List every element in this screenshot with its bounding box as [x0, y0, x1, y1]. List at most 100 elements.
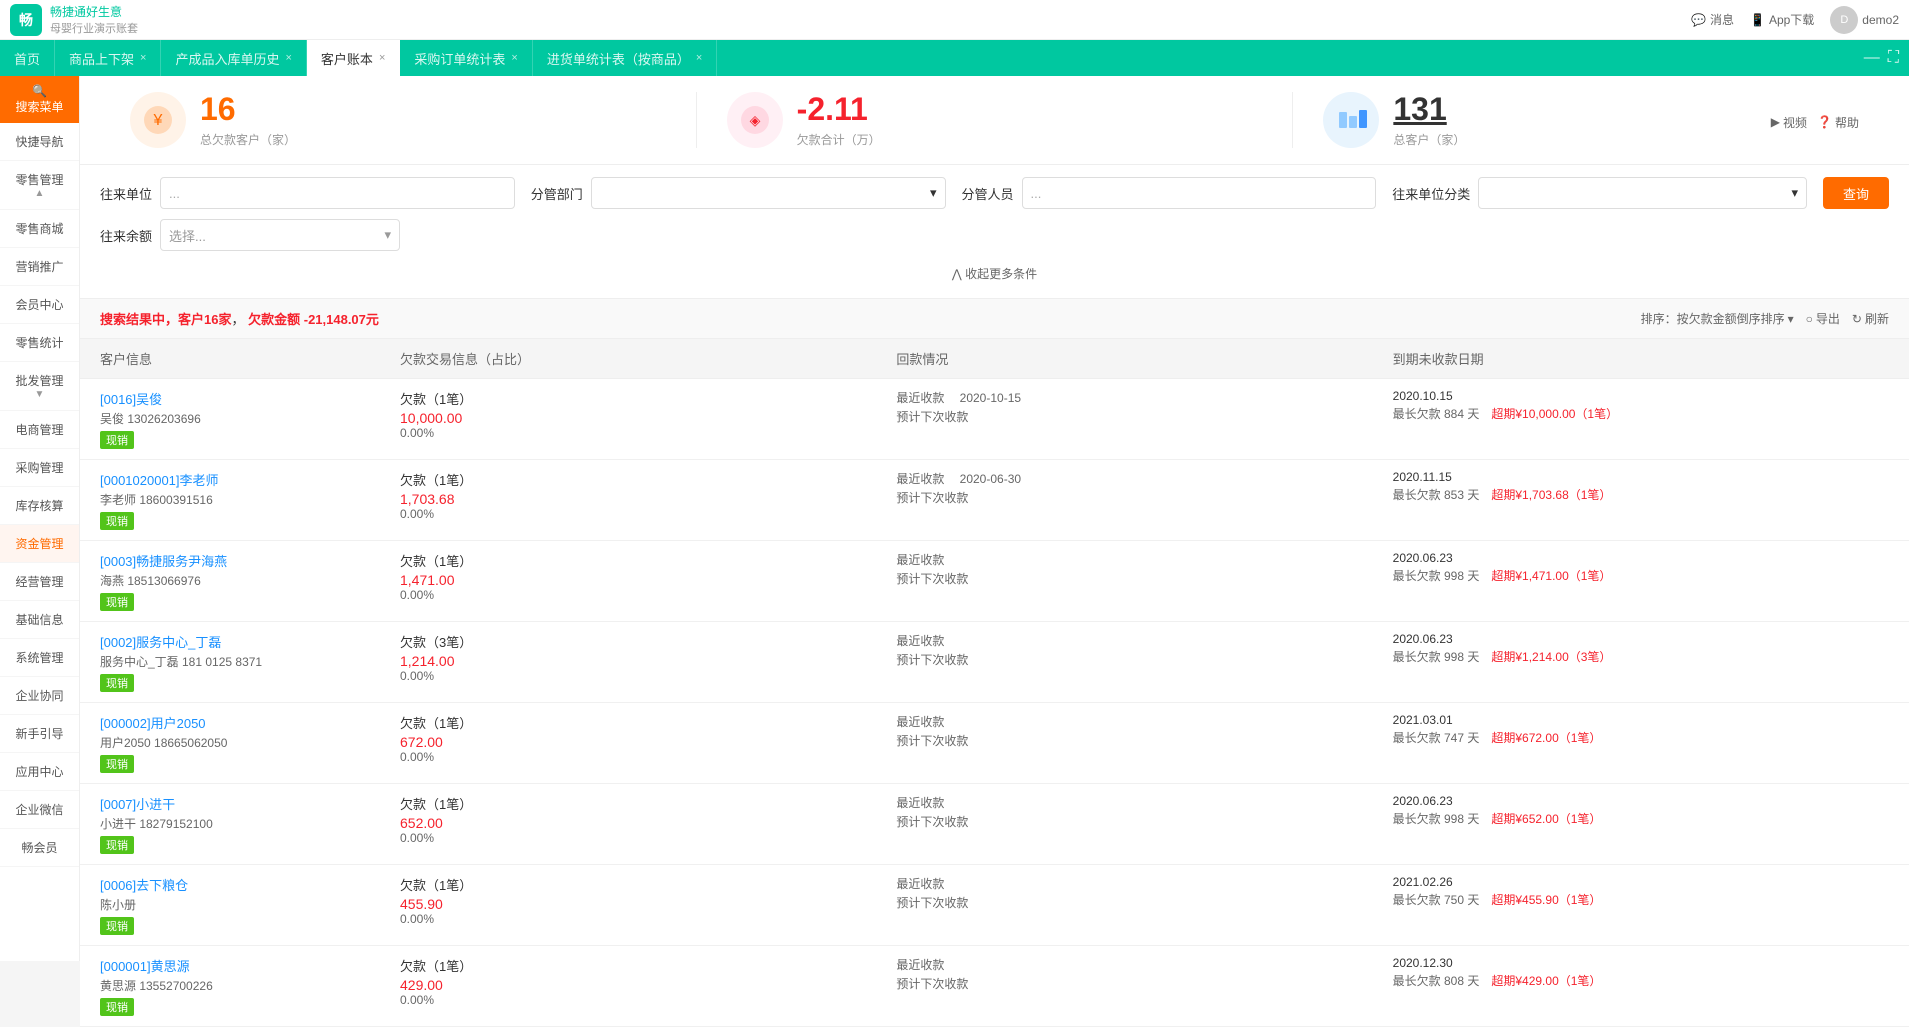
sidebar-search[interactable]: 🔍 搜索菜单: [0, 76, 79, 123]
query-button[interactable]: 查询: [1823, 177, 1889, 209]
tab-home[interactable]: 首页: [0, 40, 55, 76]
sidebar-item-app-center[interactable]: 应用中心: [0, 753, 79, 791]
repay-next: 预计下次收款: [896, 651, 1392, 668]
stat-info-total: 131 总客户（家）: [1393, 92, 1465, 148]
sidebar-item-marketing[interactable]: 营销推广: [0, 248, 79, 286]
message-button[interactable]: 💬 消息: [1691, 11, 1734, 28]
logo-name: 畅捷通好生意: [50, 3, 138, 20]
sidebar-item-retail-mall[interactable]: 零售商城: [0, 210, 79, 248]
customer-cell: [0001020001]李老师 李老师 18600391516 现销: [100, 470, 400, 530]
tab-product-onoff[interactable]: 商品上下架 ×: [55, 40, 161, 76]
sidebar-item-purchase[interactable]: 采购管理: [0, 449, 79, 487]
stat-number-total: 131: [1393, 92, 1465, 127]
manager-input[interactable]: ...: [1022, 177, 1377, 209]
sidebar-item-inventory[interactable]: 库存核算: [0, 487, 79, 525]
overdue-link[interactable]: 超期¥652.00（1笔）: [1491, 812, 1601, 826]
overdue-link[interactable]: 超期¥10,000.00（1笔）: [1491, 407, 1618, 421]
username: demo2: [1862, 13, 1899, 27]
user-menu[interactable]: D demo2: [1830, 6, 1899, 34]
sidebar-item-member[interactable]: 畅会员: [0, 829, 79, 867]
customer-name[interactable]: [0016]吴俊: [100, 389, 400, 408]
sort-button[interactable]: 排序：按欠款金额倒序排序 ▾: [1641, 310, 1794, 327]
collapse-button[interactable]: ⋀ 收起更多条件: [952, 267, 1037, 281]
customer-name[interactable]: [000002]用户2050: [100, 713, 400, 732]
quick-nav-label: 快捷导航: [4, 133, 75, 150]
sidebar-item-ecommerce[interactable]: 电商管理: [0, 411, 79, 449]
refresh-button[interactable]: ↻ 刷新: [1852, 310, 1889, 327]
debt-count: 欠款（1笔）: [400, 470, 896, 489]
sidebar-item-operations[interactable]: 经营管理: [0, 563, 79, 601]
tab-close-icon[interactable]: ×: [285, 52, 291, 64]
overdue-days: 最长欠款 808 天 超期¥429.00（1笔）: [1393, 972, 1889, 989]
sidebar-item-wechat[interactable]: 企业微信: [0, 791, 79, 829]
stat-help-actions: ▶ 视频 ❓ 帮助: [1771, 110, 1859, 131]
sidebar-label: 资金管理: [4, 535, 75, 552]
sidebar-item-member-center[interactable]: 会员中心: [0, 286, 79, 324]
customer-name[interactable]: [0006]去下粮仓: [100, 875, 400, 894]
customer-name[interactable]: [0002]服务中心_丁磊: [100, 632, 400, 651]
overdue-link[interactable]: 超期¥1,214.00（3笔）: [1491, 650, 1611, 664]
overdue-link[interactable]: 超期¥1,703.68（1笔）: [1491, 488, 1611, 502]
tab-close-icon[interactable]: ×: [511, 52, 517, 64]
repay-cell: 最近收款 预计下次收款: [896, 956, 1392, 992]
sidebar-item-finance[interactable]: 资金管理: [0, 525, 79, 563]
sidebar-item-retail-stats[interactable]: 零售统计: [0, 324, 79, 362]
sidebar-search-label: 搜索菜单: [6, 98, 73, 115]
svg-text:◈: ◈: [749, 112, 760, 128]
sidebar-item-retail-mgmt[interactable]: 零售管理 ▲: [0, 161, 79, 210]
result-summary: 搜索结果中，客户16家， 欠款金额 -21,148.07元 排序：按欠款金额倒序…: [80, 299, 1909, 339]
customer-cell: [0002]服务中心_丁磊 服务中心_丁磊 181 0125 8371 现销: [100, 632, 400, 692]
branch-input[interactable]: ▾: [591, 177, 946, 209]
tab-inbound-stats[interactable]: 进货单统计表（按商品） ×: [533, 40, 717, 76]
video-link[interactable]: ▶ 视频: [1771, 114, 1807, 131]
customer-name[interactable]: [0003]畅捷服务尹海燕: [100, 551, 400, 570]
customer-name[interactable]: [000001]黄思源: [100, 956, 400, 975]
tab-purchase-stats[interactable]: 采购订单统计表 ×: [400, 40, 532, 76]
export-button[interactable]: ○ 导出: [1806, 310, 1840, 327]
sidebar-item-basic-info[interactable]: 基础信息: [0, 601, 79, 639]
debt-cell: 欠款（1笔） 455.90 0.00%: [400, 875, 896, 926]
repay-date: 最近收款: [896, 794, 1392, 811]
balance-label: 往来余额: [100, 226, 152, 245]
unit-type-input[interactable]: ▾: [1478, 177, 1807, 209]
table-row: [0006]去下粮仓 陈小册 现销 欠款（1笔） 455.90 0.00% 最近…: [80, 865, 1909, 946]
sidebar-item-enterprise-collab[interactable]: 企业协同: [0, 677, 79, 715]
help-link[interactable]: ❓ 帮助: [1817, 114, 1859, 131]
sidebar-item-wholesale-mgmt[interactable]: 批发管理 ▼: [0, 362, 79, 411]
sidebar-item-new-guide[interactable]: 新手引导: [0, 715, 79, 753]
sidebar-item-quick-nav[interactable]: 快捷导航: [0, 123, 79, 161]
overdue-days: 最长欠款 998 天 超期¥652.00（1笔）: [1393, 810, 1889, 827]
tab-customer-account[interactable]: 客户账本 ×: [307, 40, 400, 76]
balance-input[interactable]: 选择... ▾: [160, 219, 400, 251]
overdue-link[interactable]: 超期¥1,471.00（1笔）: [1491, 569, 1611, 583]
customer-cell: [0016]吴俊 吴俊 13026203696 现销: [100, 389, 400, 449]
tab-inbound-history[interactable]: 产成品入库单历史 ×: [161, 40, 306, 76]
table-row: [0007]小进干 小进干 18279152100 现销 欠款（1笔） 652.…: [80, 784, 1909, 865]
customer-name[interactable]: [0001020001]李老师: [100, 470, 400, 489]
customer-cell: [000001]黄思源 黄思源 13552700226 现销: [100, 956, 400, 1016]
top-right: 💬 消息 📱 App下载 D demo2: [1691, 6, 1899, 34]
unit-type-arrow-icon: ▾: [1791, 185, 1798, 201]
table-row: [000002]用户2050 用户2050 18665062050 现销 欠款（…: [80, 703, 1909, 784]
overdue-link[interactable]: 超期¥455.90（1笔）: [1491, 893, 1601, 907]
overdue-link[interactable]: 超期¥672.00（1笔）: [1491, 731, 1601, 745]
stat-item-total: 131 总客户（家） ▶ 视频 ❓ 帮助: [1293, 92, 1889, 148]
customer-name[interactable]: [0007]小进干: [100, 794, 400, 813]
source-unit-input[interactable]: ...: [160, 177, 515, 209]
overdue-date: 2020.06.23: [1393, 551, 1889, 565]
stat-number-customers: 16: [200, 92, 296, 127]
tab-close-icon[interactable]: ×: [379, 52, 385, 64]
manager-group: 分管人员 ...: [962, 177, 1377, 209]
debt-cell: 欠款（1笔） 10,000.00 0.00%: [400, 389, 896, 440]
debt-count: 欠款（1笔）: [400, 389, 896, 408]
app-download-button[interactable]: 📱 App下载: [1750, 11, 1814, 28]
tab-close-icon[interactable]: ×: [140, 52, 146, 64]
overdue-link[interactable]: 超期¥429.00（1笔）: [1491, 974, 1601, 988]
maximize-button[interactable]: ⛶: [1888, 49, 1899, 67]
sidebar: 🔍 搜索菜单 快捷导航 零售管理 ▲ 零售商城 营销推广 会员中心 零售统计 批…: [0, 76, 80, 961]
minimize-button[interactable]: —: [1864, 49, 1880, 67]
overdue-cell: 2020.11.15 最长欠款 853 天 超期¥1,703.68（1笔）: [1393, 470, 1889, 503]
tab-close-icon[interactable]: ×: [696, 52, 702, 64]
sidebar-item-system[interactable]: 系统管理: [0, 639, 79, 677]
repay-cell: 最近收款 预计下次收款: [896, 713, 1392, 749]
